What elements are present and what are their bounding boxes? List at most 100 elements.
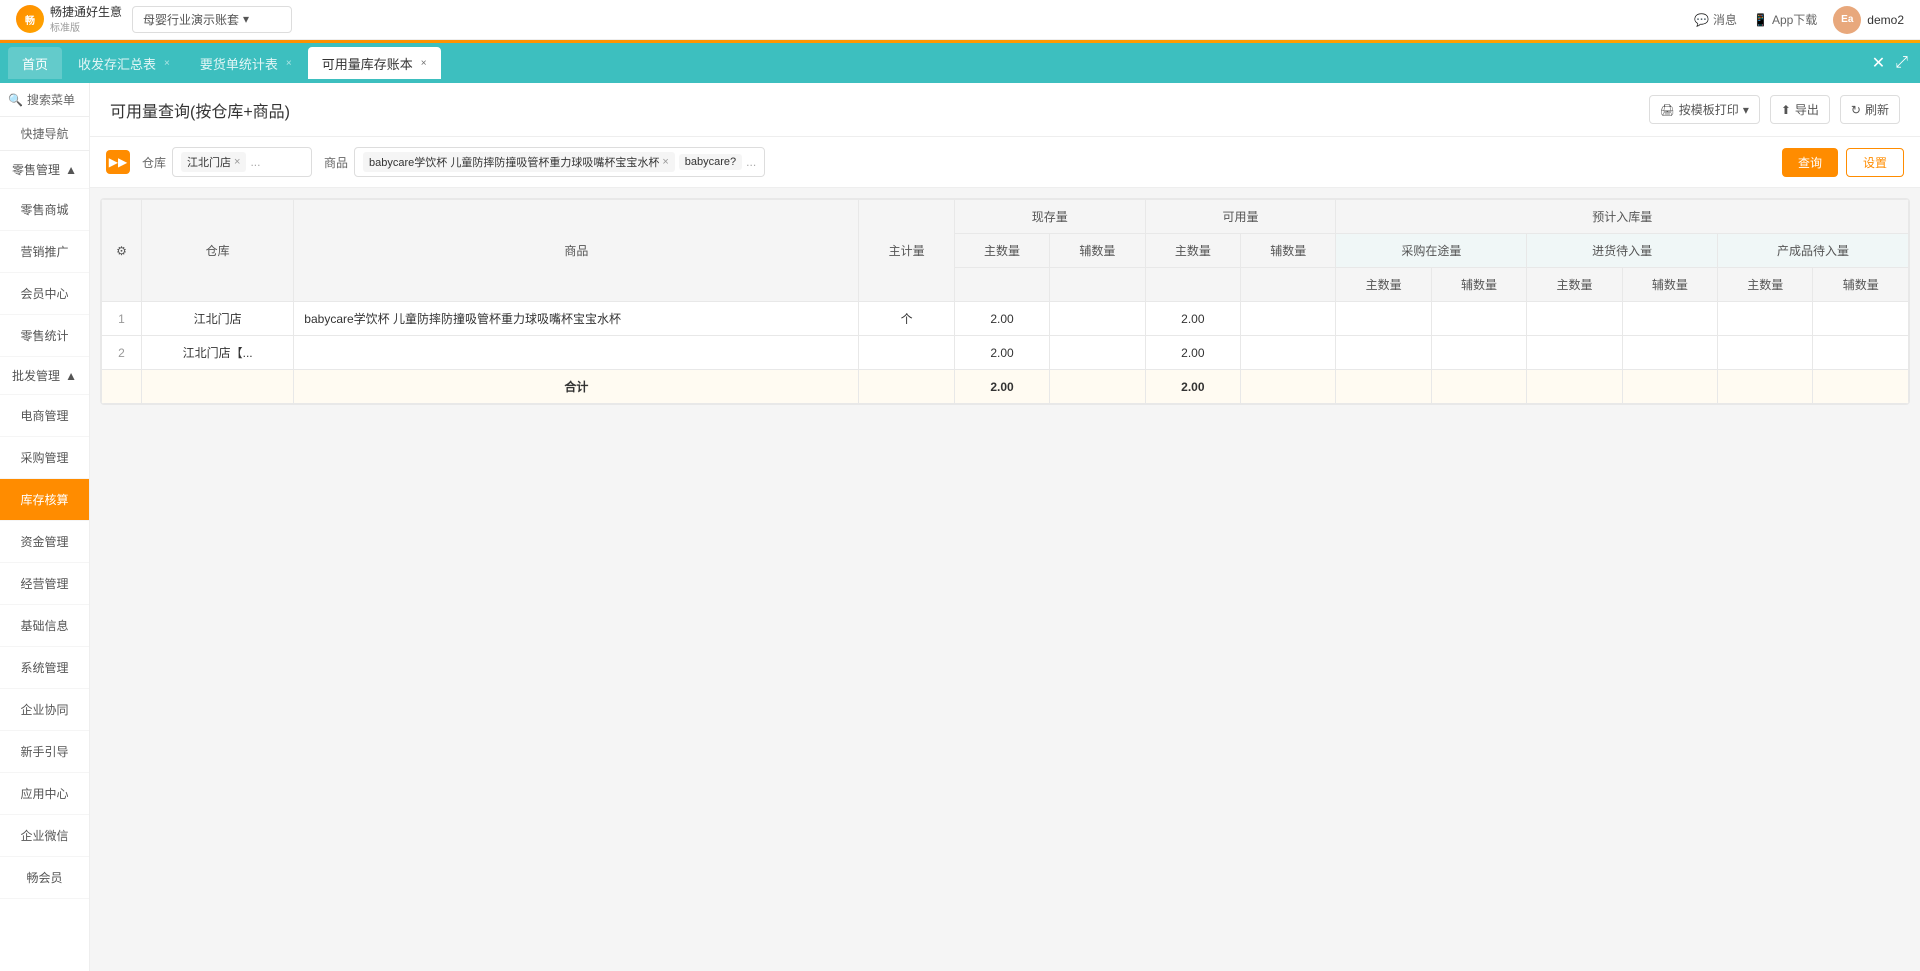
sidebar-item-retail-stats[interactable]: 零售统计	[0, 315, 89, 357]
tab-order-stats-close[interactable]: ×	[286, 58, 292, 69]
sidebar-item-purchase-mgmt[interactable]: 采购管理	[0, 437, 89, 479]
th-current-stock: 现存量	[954, 200, 1145, 234]
th-avail-sub: 辅数量	[1241, 234, 1336, 268]
setting-button[interactable]: 设置	[1846, 148, 1904, 177]
sidebar-quick-nav-btn[interactable]: 快捷导航	[0, 117, 89, 151]
product-more[interactable]: ...	[746, 155, 756, 169]
logo-area: 畅 畅捷通好生意 标准版	[16, 5, 122, 34]
th-current-sub: 辅数量	[1050, 234, 1145, 268]
warehouse-more[interactable]: ...	[250, 155, 260, 169]
total-current-sub	[1050, 370, 1145, 404]
sidebar-item-ecommerce[interactable]: 电商管理	[0, 395, 89, 437]
th-av-main	[1145, 268, 1240, 302]
th-cs-main	[954, 268, 1049, 302]
table-row: 1 江北门店 babycare学饮杯 儿童防摔防撞吸管杯重力球吸嘴杯宝宝水杯 个…	[102, 302, 1909, 336]
cell-avail-sub	[1241, 302, 1336, 336]
cell-current-main: 2.00	[954, 336, 1049, 370]
export-btn[interactable]: ⬆ 导出	[1770, 95, 1830, 124]
message-btn[interactable]: 💬 消息	[1694, 11, 1737, 28]
tab-available-stock[interactable]: 可用量库存账本 ×	[308, 47, 441, 79]
app-download-btn[interactable]: 📱 App下载	[1753, 11, 1817, 28]
sidebar-item-finance[interactable]: 资金管理	[0, 521, 89, 563]
refresh-icon: ↻	[1851, 103, 1861, 117]
tab-available-stock-close[interactable]: ×	[421, 58, 427, 69]
sidebar-item-vip[interactable]: 畅会员	[0, 857, 89, 899]
company-selector[interactable]: 母婴行业演示账套 ▾	[132, 6, 292, 33]
cell-avail-sub	[1241, 336, 1336, 370]
warehouse-filter-input[interactable]: 江北门店 × ...	[172, 147, 312, 177]
cell-pp-main	[1527, 336, 1622, 370]
th-fp-sub: 辅数量	[1813, 268, 1909, 302]
sidebar-guide-label: 新手引导	[20, 743, 68, 760]
refresh-label: 刷新	[1865, 101, 1889, 118]
sidebar-item-member-center[interactable]: 会员中心	[0, 273, 89, 315]
filter-expand-btn[interactable]: ▶▶	[106, 150, 130, 174]
sidebar-wholesale-mgmt-label: 批发管理	[12, 367, 60, 384]
sidebar-item-marketing[interactable]: 营销推广	[0, 231, 89, 273]
sidebar-item-enterprise[interactable]: 企业协同	[0, 689, 89, 731]
th-pt-sub: 辅数量	[1431, 268, 1526, 302]
tab-summary-close[interactable]: ×	[164, 58, 170, 69]
dropdown-icon: ▾	[243, 12, 249, 26]
th-av-sub	[1241, 268, 1336, 302]
sidebar-retail-mgmt-label: 零售管理	[12, 161, 60, 178]
th-settings[interactable]: ⚙	[102, 200, 142, 302]
th-cs-sub	[1050, 268, 1145, 302]
query-button[interactable]: 查询	[1782, 148, 1838, 177]
search-label: 搜索菜单	[27, 91, 75, 108]
cell-avail-main: 2.00	[1145, 336, 1240, 370]
th-warehouse: 仓库	[142, 200, 294, 302]
total-current-main: 2.00	[954, 370, 1049, 404]
tab-home[interactable]: 首页	[8, 47, 62, 79]
product-filter-input[interactable]: babycare学饮杯 儿童防摔防撞吸管杯重力球吸嘴杯宝宝水杯 × babyca…	[354, 147, 765, 177]
app-label: App下载	[1772, 11, 1817, 28]
th-expected-in: 预计入库量	[1336, 200, 1909, 234]
header-actions: 🖨 按模板打印 ▾ ⬆ 导出 ↻ 刷新	[1649, 95, 1900, 124]
total-fp-sub	[1813, 370, 1909, 404]
sidebar-purchase-mgmt-label: 采购管理	[20, 449, 68, 466]
sidebar-item-system[interactable]: 系统管理	[0, 647, 89, 689]
sidebar-item-retail-mgmt[interactable]: 零售管理 ▲	[0, 151, 89, 189]
nav-close-all-btn[interactable]: ✕	[1868, 49, 1889, 77]
total-spacer-2	[142, 370, 294, 404]
sidebar-item-wholesale-mgmt[interactable]: 批发管理 ▲	[0, 357, 89, 395]
sidebar-app-center-label: 应用中心	[20, 785, 68, 802]
warehouse-tag-text: 江北门店	[187, 154, 231, 170]
tab-summary[interactable]: 收发存汇总表 ×	[64, 47, 184, 79]
sidebar-item-guide[interactable]: 新手引导	[0, 731, 89, 773]
print-btn[interactable]: 🖨 按模板打印 ▾	[1649, 95, 1760, 124]
cell-fp-main	[1718, 336, 1813, 370]
sidebar-item-basic-info[interactable]: 基础信息	[0, 605, 89, 647]
product-tag-1-remove[interactable]: ×	[662, 156, 668, 168]
th-product: 商品	[294, 200, 859, 302]
sidebar-search-btn[interactable]: 🔍 搜索菜单	[0, 83, 89, 117]
company-name: 母婴行业演示账套	[143, 11, 239, 28]
sidebar-item-operations[interactable]: 经营管理	[0, 563, 89, 605]
sidebar-retail-shop-label: 零售商城	[20, 201, 68, 218]
message-icon: 💬	[1694, 13, 1709, 27]
nav-tabs: 首页 收发存汇总表 × 要货单统计表 × 可用量库存账本 × ✕ ⤢	[0, 43, 1920, 83]
cell-avail-main: 2.00	[1145, 302, 1240, 336]
app-icon: 📱	[1753, 13, 1768, 27]
warehouse-tag-remove[interactable]: ×	[234, 156, 240, 168]
sidebar-inventory-label: 库存核算	[20, 491, 68, 508]
sidebar-item-wechat[interactable]: 企业微信	[0, 815, 89, 857]
main-layout: 🔍 搜索菜单 快捷导航 零售管理 ▲ 零售商城 营销推广 会员中心 零售统计 批…	[0, 83, 1920, 971]
cell-product	[294, 336, 859, 370]
cell-index: 2	[102, 336, 142, 370]
refresh-btn[interactable]: ↻ 刷新	[1840, 95, 1900, 124]
tab-order-stats-label: 要货单统计表	[200, 54, 278, 73]
avatar: Ea	[1833, 6, 1861, 34]
total-spacer-3	[859, 370, 954, 404]
user-info[interactable]: Ea demo2	[1833, 6, 1904, 34]
nav-expand-btn[interactable]: ⤢	[1891, 50, 1912, 76]
table-container: ⚙ 仓库 商品 主计量 现存量 可用量 预计入库量 主数量 辅数量 主数量 辅数…	[100, 198, 1910, 405]
tab-order-stats[interactable]: 要货单统计表 ×	[186, 47, 306, 79]
th-finished-pending: 产成品待入量	[1718, 234, 1909, 268]
sidebar-item-app-center[interactable]: 应用中心	[0, 773, 89, 815]
sidebar-item-inventory[interactable]: 库存核算	[0, 479, 89, 521]
tab-available-stock-label: 可用量库存账本	[322, 54, 413, 73]
sidebar-enterprise-label: 企业协同	[20, 701, 68, 718]
sidebar-item-retail-shop[interactable]: 零售商城	[0, 189, 89, 231]
cell-unit	[859, 336, 954, 370]
